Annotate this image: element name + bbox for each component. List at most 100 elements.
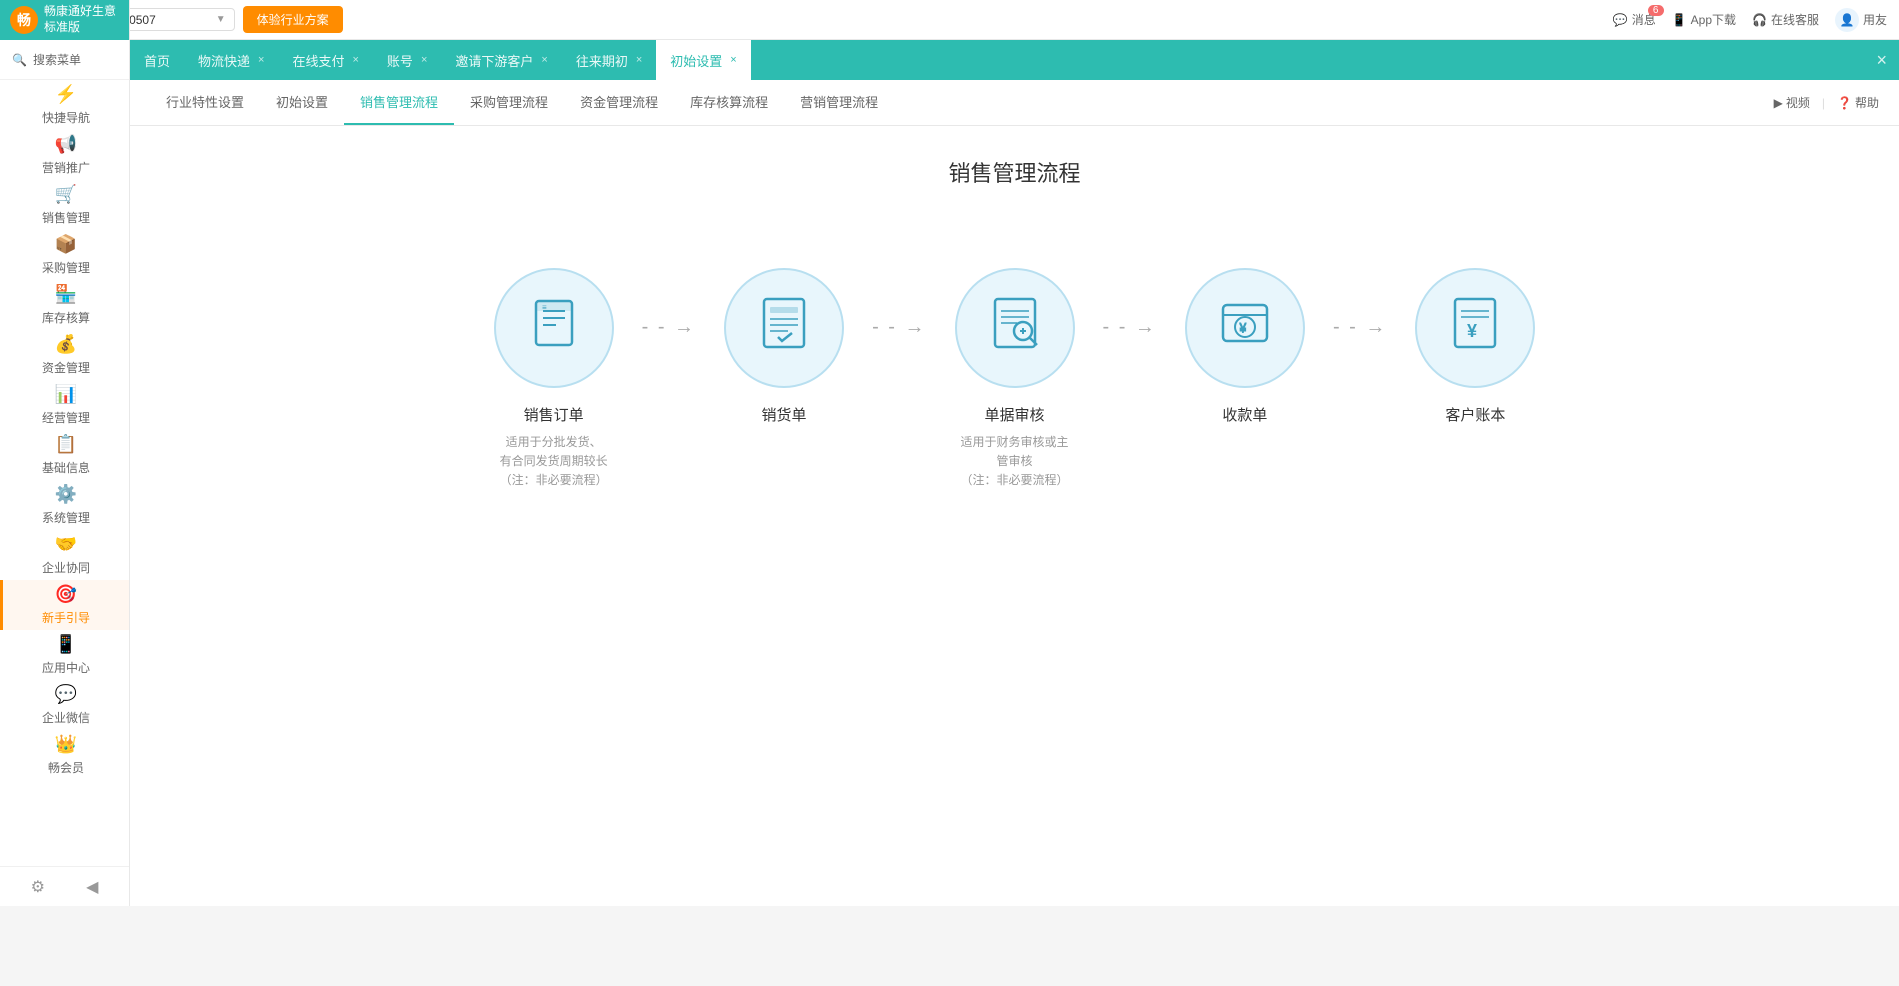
nav-tab-首页[interactable]: 首页 bbox=[130, 40, 184, 80]
sidebar-item-marketing-promo[interactable]: 📢 营销推广 bbox=[0, 130, 129, 180]
trial-button[interactable]: 体验行业方案 bbox=[243, 6, 343, 33]
sidebar-item-enterprise-wechat[interactable]: 💬 企业微信 bbox=[0, 680, 129, 730]
settings-bottom-icon[interactable]: ⚙ bbox=[31, 877, 45, 897]
user-menu[interactable]: 👤 用友 bbox=[1835, 8, 1887, 32]
sub-tab-销售管理流程[interactable]: 销售管理流程 bbox=[344, 80, 454, 125]
sidebar-label-enterprise-collab: 企业协同 bbox=[42, 559, 90, 576]
flow-desc-sales-order: 适用于分批发货、有合同发货周期较长（注：非必要流程） bbox=[500, 433, 608, 491]
sidebar-icon-purchase: 📦 bbox=[55, 234, 77, 255]
logo-icon: 畅 bbox=[10, 6, 38, 34]
sidebar-label-system: 系统管理 bbox=[42, 509, 90, 526]
sidebar-label-marketing-promo: 营销推广 bbox=[42, 159, 90, 176]
flow-desc-document-review: 适用于财务审核或主管审核（注：非必要流程） bbox=[960, 433, 1068, 491]
flow-arrow-1: - - → bbox=[634, 316, 704, 339]
nav-tab-邀请下游客户[interactable]: 邀请下游客户× bbox=[441, 40, 561, 80]
flow-step-icon-sales-order: ≡ bbox=[526, 295, 582, 361]
sidebar-item-app-center[interactable]: 📱 应用中心 bbox=[0, 630, 129, 680]
nav-tab-往来期初[interactable]: 往来期初× bbox=[562, 40, 656, 80]
close-tab-邀请下游客户[interactable]: × bbox=[541, 54, 547, 66]
app-download-button[interactable]: 📱 App下载 bbox=[1672, 11, 1736, 28]
sidebar-item-finance[interactable]: 💰 资金管理 bbox=[0, 330, 129, 380]
message-button[interactable]: 💬 消息 6 bbox=[1613, 11, 1656, 28]
close-tab-初始设置[interactable]: × bbox=[730, 54, 736, 66]
sidebar-icon-enterprise-wechat: 💬 bbox=[55, 684, 77, 705]
flow-label-document-review: 单据审核 bbox=[984, 404, 1044, 425]
flow-step-sales-order[interactable]: ≡ 销售订单 适用于分批发货、有合同发货周期较长（注：非必要流程） bbox=[474, 268, 634, 491]
play-icon: ▶ bbox=[1774, 96, 1783, 110]
top-bar: 用户690企业1660120507 ▼ 体验行业方案 💬 消息 6 📱 App下… bbox=[0, 0, 1899, 40]
sidebar-item-quicknav[interactable]: ⚡ 快捷导航 bbox=[0, 80, 129, 130]
flow-circle-customer-account: ¥ bbox=[1415, 268, 1535, 388]
flow-arrow-2: - - → bbox=[864, 316, 934, 339]
sidebar-label-app-center: 应用中心 bbox=[42, 659, 90, 676]
sub-tab-初始设置[interactable]: 初始设置 bbox=[260, 80, 344, 125]
sidebar: 畅 畅康通好生意 标准版 🔍 搜索菜单 ⚡ 快捷导航📢 营销推广🛒 销售管理📦 … bbox=[0, 0, 130, 906]
sub-tab-营销管理流程[interactable]: 营销管理流程 bbox=[784, 80, 894, 125]
close-tab-账号[interactable]: × bbox=[421, 54, 427, 66]
nav-tab-在线支付[interactable]: 在线支付× bbox=[278, 40, 372, 80]
close-tab-物流快递[interactable]: × bbox=[258, 54, 264, 66]
sidebar-item-basic-info[interactable]: 📋 基础信息 bbox=[0, 430, 129, 480]
sidebar-icon-marketing-promo: 📢 bbox=[55, 134, 77, 155]
arrow-icon: - - → bbox=[1333, 316, 1387, 339]
arrow-icon: - - → bbox=[642, 316, 696, 339]
sub-tab-行业特性设置[interactable]: 行业特性设置 bbox=[150, 80, 260, 125]
close-tab-在线支付[interactable]: × bbox=[352, 54, 358, 66]
sub-tab-库存核算流程[interactable]: 库存核算流程 bbox=[674, 80, 784, 125]
flow-step-icon-document-review bbox=[987, 295, 1043, 361]
nav-tab-物流快递[interactable]: 物流快递× bbox=[184, 40, 278, 80]
sub-tab-资金管理流程[interactable]: 资金管理流程 bbox=[564, 80, 674, 125]
message-badge: 6 bbox=[1648, 5, 1664, 16]
help-link[interactable]: ❓ 帮助 bbox=[1837, 94, 1879, 111]
sidebar-icon-vip: 👑 bbox=[55, 734, 77, 755]
sidebar-item-sales[interactable]: 🛒 销售管理 bbox=[0, 180, 129, 230]
dropdown-arrow: ▼ bbox=[216, 14, 226, 25]
sidebar-icon-sales: 🛒 bbox=[55, 184, 77, 205]
sub-tab-采购管理流程[interactable]: 采购管理流程 bbox=[454, 80, 564, 125]
flow-circle-collection: ¥ ¥ bbox=[1185, 268, 1305, 388]
flow-label-collection: 收款单 bbox=[1222, 404, 1267, 425]
sidebar-label-enterprise-wechat: 企业微信 bbox=[42, 709, 90, 726]
flow-label-sales-invoice: 销货单 bbox=[762, 404, 807, 425]
content-area: 销售管理流程 ≡ 销售订单 适用于分批发货、有合同发货周期较长（注：非必要流程）… bbox=[130, 126, 1899, 726]
sidebar-label-vip: 畅会员 bbox=[48, 759, 84, 776]
flow-step-customer-account[interactable]: ¥ 客户账本 bbox=[1395, 268, 1555, 433]
sub-tabs-right: ▶ 视频 | ❓ 帮助 bbox=[1774, 94, 1879, 111]
sidebar-item-newbie-guide[interactable]: 🎯 新手引导 bbox=[0, 580, 129, 630]
search-menu[interactable]: 🔍 搜索菜单 bbox=[0, 40, 129, 80]
sidebar-item-enterprise-collab[interactable]: 🤝 企业协同 bbox=[0, 530, 129, 580]
sidebar-item-system[interactable]: ⚙️ 系统管理 bbox=[0, 480, 129, 530]
flow-circle-sales-invoice bbox=[724, 268, 844, 388]
sidebar-item-operations[interactable]: 📊 经营管理 bbox=[0, 380, 129, 430]
collapse-icon[interactable]: ◀ bbox=[86, 877, 98, 897]
page-title: 销售管理流程 bbox=[150, 156, 1879, 188]
flow-step-icon-sales-invoice bbox=[756, 295, 812, 361]
sidebar-icon-app-center: 📱 bbox=[55, 634, 77, 655]
avatar: 👤 bbox=[1835, 8, 1859, 32]
flow-step-sales-invoice[interactable]: 销货单 bbox=[704, 268, 864, 433]
sidebar-label-quicknav: 快捷导航 bbox=[42, 109, 90, 126]
main-content: 行业特性设置初始设置销售管理流程采购管理流程资金管理流程库存核算流程营销管理流程… bbox=[130, 80, 1899, 906]
sidebar-item-inventory[interactable]: 🏪 库存核算 bbox=[0, 280, 129, 330]
video-link[interactable]: ▶ 视频 bbox=[1774, 94, 1810, 111]
sidebar-items: ⚡ 快捷导航📢 营销推广🛒 销售管理📦 采购管理🏪 库存核算💰 资金管理📊 经营… bbox=[0, 80, 129, 866]
sidebar-label-finance: 资金管理 bbox=[42, 359, 90, 376]
sidebar-item-vip[interactable]: 👑 畅会员 bbox=[0, 730, 129, 780]
nav-tabs: 首页物流快递×在线支付×账号×邀请下游客户×往来期初×初始设置×× bbox=[130, 40, 1899, 80]
flow-step-collection[interactable]: ¥ ¥ 收款单 bbox=[1165, 268, 1325, 433]
svg-text:≡: ≡ bbox=[542, 303, 547, 312]
sidebar-item-purchase[interactable]: 📦 采购管理 bbox=[0, 230, 129, 280]
question-icon: ❓ bbox=[1837, 96, 1852, 110]
support-button[interactable]: 🎧 在线客服 bbox=[1752, 11, 1819, 28]
sidebar-logo: 畅 畅康通好生意 标准版 bbox=[0, 0, 129, 40]
sidebar-icon-basic-info: 📋 bbox=[55, 434, 77, 455]
nav-tab-账号[interactable]: 账号× bbox=[373, 40, 441, 80]
sidebar-label-inventory: 库存核算 bbox=[42, 309, 90, 326]
sidebar-icon-operations: 📊 bbox=[55, 384, 77, 405]
flow-circle-sales-order: ≡ bbox=[494, 268, 614, 388]
logo-text: 畅康通好生意 标准版 bbox=[44, 4, 116, 35]
flow-step-document-review[interactable]: 单据审核 适用于财务审核或主管审核（注：非必要流程） bbox=[935, 268, 1095, 491]
nav-tab-初始设置[interactable]: 初始设置× bbox=[656, 40, 750, 80]
close-tab-往来期初[interactable]: × bbox=[636, 54, 642, 66]
close-all-tabs[interactable]: × bbox=[1864, 50, 1899, 71]
